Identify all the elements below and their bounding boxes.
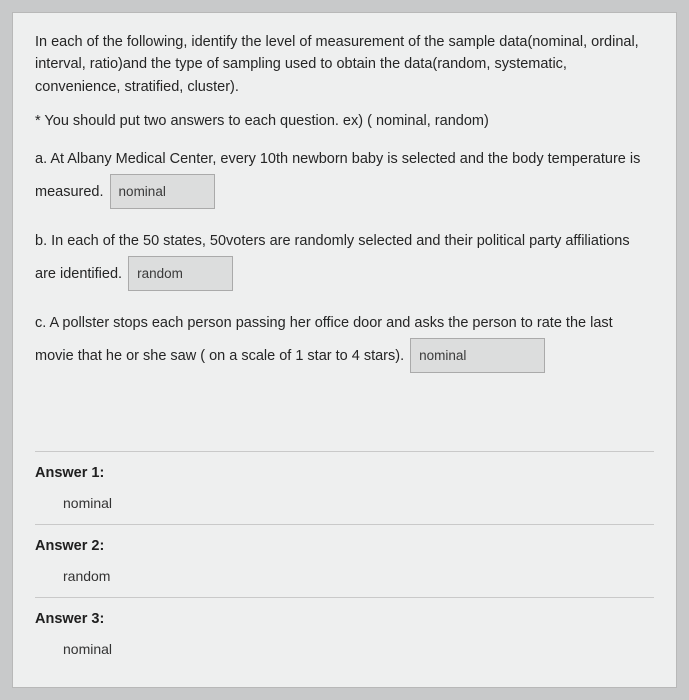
question-b-text: b. In each of the 50 states, 50voters ar… <box>35 233 630 282</box>
answer-3-label: Answer 3: <box>35 611 654 627</box>
instructions-line-1: In each of the following, identify the l… <box>35 31 654 98</box>
question-c: c. A pollster stops each person passing … <box>35 309 654 373</box>
answers-block: Answer 1: nominal Answer 2: random Answe… <box>35 451 654 657</box>
question-page: In each of the following, identify the l… <box>12 12 677 688</box>
answer-2-value: random <box>35 568 654 584</box>
answer-row-2: Answer 2: random <box>35 524 654 597</box>
question-b: b. In each of the 50 states, 50voters ar… <box>35 227 654 291</box>
instructions-block: In each of the following, identify the l… <box>35 31 654 133</box>
answer-row-1: Answer 1: nominal <box>35 451 654 524</box>
answer-2-label: Answer 2: <box>35 538 654 554</box>
question-c-input[interactable]: nominal <box>410 338 545 373</box>
question-a-input[interactable]: nominal <box>110 174 215 209</box>
question-b-input[interactable]: random <box>128 256 233 291</box>
answer-3-value: nominal <box>35 641 654 657</box>
question-a: a. At Albany Medical Center, every 10th … <box>35 145 654 209</box>
answer-row-3: Answer 3: nominal <box>35 597 654 657</box>
spacer <box>35 391 654 441</box>
instructions-line-2: * You should put two answers to each que… <box>35 110 654 132</box>
answer-1-label: Answer 1: <box>35 465 654 481</box>
answer-1-value: nominal <box>35 495 654 511</box>
